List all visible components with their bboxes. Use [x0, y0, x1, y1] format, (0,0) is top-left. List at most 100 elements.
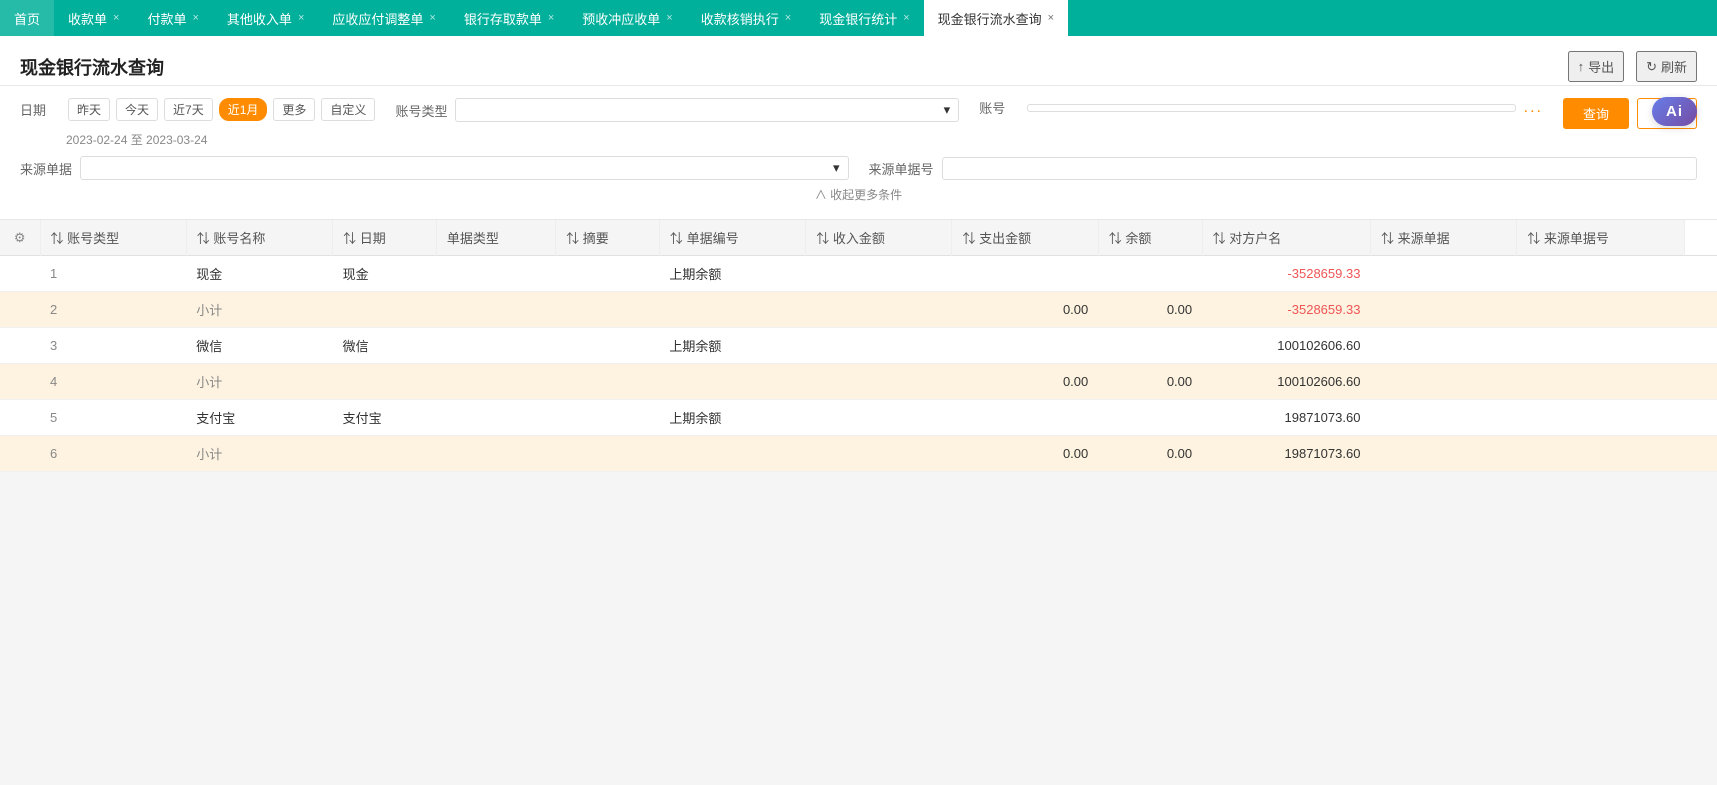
cell-source-doc-no: [1684, 328, 1717, 364]
cell-row-gear: [0, 436, 40, 472]
table-row[interactable]: 3微信微信上期余额100102606.60: [0, 328, 1717, 364]
nav-close-ar-ap[interactable]: ×: [429, 12, 435, 24]
cell-source-doc-no: [1684, 400, 1717, 436]
nav-close-receipt[interactable]: ×: [113, 12, 119, 24]
cell-doc-no: [806, 328, 952, 364]
nav-collection-label: 收款核销执行: [701, 9, 779, 28]
ai-badge[interactable]: Ai: [1652, 97, 1697, 126]
cell-source-doc: [1517, 292, 1685, 328]
source-doc-select[interactable]: ▾: [80, 156, 848, 180]
date-btn-yesterday[interactable]: 昨天: [68, 98, 110, 121]
cell-num: 3: [40, 328, 186, 364]
nav-close-prepay[interactable]: ×: [666, 12, 672, 24]
th-account-name: ⇅ 账号名称: [186, 220, 332, 256]
date-btn-more[interactable]: 更多: [273, 98, 315, 121]
nav-close-collection[interactable]: ×: [785, 12, 791, 24]
cell-source-doc: [1517, 400, 1685, 436]
cell-doc-type: [556, 364, 660, 400]
export-button[interactable]: ↑ 导出: [1568, 51, 1625, 82]
cell-date: [436, 436, 555, 472]
cell-expense: 0.00: [1098, 292, 1202, 328]
source-doc-label: 来源单据: [20, 159, 72, 178]
flow-table: ⚙ ⇅ 账号类型 ⇅ 账号名称 ⇅ 日期 单据类型 ⇅ 摘要 ⇅: [0, 220, 1717, 472]
cell-num: 6: [40, 436, 186, 472]
nav-close-bank-deposit[interactable]: ×: [548, 12, 554, 24]
account-select[interactable]: [1027, 104, 1515, 112]
th-counterparty: ⇅ 对方户名: [1202, 220, 1370, 256]
nav-ar-ap-label: 应收应付调整单: [332, 9, 423, 28]
refresh-button[interactable]: ↻ 刷新: [1636, 51, 1697, 82]
cell-source-doc: [1517, 328, 1685, 364]
cell-source-doc: [1517, 436, 1685, 472]
nav-item-cash-bank-flow[interactable]: 现金银行流水查询 ×: [924, 0, 1068, 36]
cell-summary: [659, 364, 805, 400]
nav-item-payment[interactable]: 付款单 ×: [133, 0, 212, 36]
cell-doc-type: [556, 292, 660, 328]
cell-source-doc-no: [1684, 256, 1717, 292]
nav-close-payment[interactable]: ×: [192, 12, 198, 24]
th-settings[interactable]: ⚙: [0, 220, 40, 256]
query-button[interactable]: 查询: [1563, 98, 1629, 129]
cell-doc-no: [806, 256, 952, 292]
source-doc-no-label: 来源单据号: [869, 159, 934, 178]
nav-item-cash-bank-stat[interactable]: 现金银行统计 ×: [805, 0, 923, 36]
cell-balance: 19871073.60: [1202, 400, 1370, 436]
account-ellipsis-btn[interactable]: ...: [1524, 99, 1543, 117]
date-btn-today[interactable]: 今天: [116, 98, 158, 121]
date-btn-1month[interactable]: 近1月: [219, 98, 268, 121]
cell-num: 1: [40, 256, 186, 292]
nav-item-collection-verify[interactable]: 收款核销执行 ×: [687, 0, 805, 36]
nav-item-prepay-offset[interactable]: 预收冲应收单 ×: [568, 0, 686, 36]
cell-doc-type: [556, 436, 660, 472]
cell-income: 0.00: [952, 292, 1098, 328]
table-row[interactable]: 5支付宝支付宝上期余额19871073.60: [0, 400, 1717, 436]
table-row[interactable]: 6小计0.000.0019871073.60: [0, 436, 1717, 472]
date-btn-custom[interactable]: 自定义: [321, 98, 375, 121]
cell-counterparty: [1370, 400, 1516, 436]
cell-date: [436, 328, 555, 364]
cell-account-type: 小计: [186, 436, 332, 472]
nav-close-other-income[interactable]: ×: [298, 12, 304, 24]
table-row[interactable]: 2小计0.000.00-3528659.33: [0, 292, 1717, 328]
cell-summary: 上期余额: [659, 328, 805, 364]
cell-row-gear: [0, 292, 40, 328]
nav-item-home[interactable]: 首页: [0, 0, 54, 36]
nav-close-cash-flow[interactable]: ×: [1048, 12, 1054, 24]
collapse-bar[interactable]: ∧ 收起更多条件: [20, 180, 1697, 207]
cell-expense: 0.00: [1098, 364, 1202, 400]
source-doc-no-input[interactable]: [942, 157, 1697, 180]
cell-income: 0.00: [952, 436, 1098, 472]
cell-date: [436, 256, 555, 292]
nav-item-other-income[interactable]: 其他收入单 ×: [213, 0, 318, 36]
th-doc-no: ⇅ 单据编号: [659, 220, 805, 256]
nav-item-ar-ap-adjust[interactable]: 应收应付调整单 ×: [318, 0, 449, 36]
cell-row-gear: [0, 400, 40, 436]
nav-item-bank-deposit[interactable]: 银行存取款单 ×: [450, 0, 568, 36]
cell-row-gear: [0, 256, 40, 292]
date-range-text: 2023-02-24 至 2023-03-24: [66, 133, 207, 147]
nav-item-receipt[interactable]: 收款单 ×: [54, 0, 133, 36]
nav-cash-flow-label: 现金银行流水查询: [938, 9, 1042, 28]
table-row[interactable]: 1现金现金上期余额-3528659.33: [0, 256, 1717, 292]
refresh-icon: ↻: [1646, 59, 1657, 75]
cell-counterparty: [1370, 364, 1516, 400]
cell-source-doc: [1517, 364, 1685, 400]
cell-expense: [1098, 400, 1202, 436]
cell-doc-no: [806, 364, 952, 400]
cell-account-name: [333, 364, 437, 400]
table-row[interactable]: 4小计0.000.00100102606.60: [0, 364, 1717, 400]
cell-account-name: [333, 436, 437, 472]
nav-close-cash-stat[interactable]: ×: [903, 12, 909, 24]
nav-prepay-label: 预收冲应收单: [582, 9, 660, 28]
th-doc-type: 单据类型: [436, 220, 555, 256]
gear-icon[interactable]: ⚙: [14, 230, 26, 245]
table-body: 1现金现金上期余额-3528659.332小计0.000.00-3528659.…: [0, 256, 1717, 472]
account-type-select[interactable]: ▾: [455, 98, 959, 122]
refresh-label: 刷新: [1661, 57, 1687, 76]
nav-receipt-label: 收款单: [68, 9, 107, 28]
date-btn-7days[interactable]: 近7天: [164, 98, 213, 121]
cell-counterparty: [1370, 436, 1516, 472]
cell-counterparty: [1370, 328, 1516, 364]
cell-account-type: 支付宝: [186, 400, 332, 436]
cell-source-doc-no: [1684, 436, 1717, 472]
